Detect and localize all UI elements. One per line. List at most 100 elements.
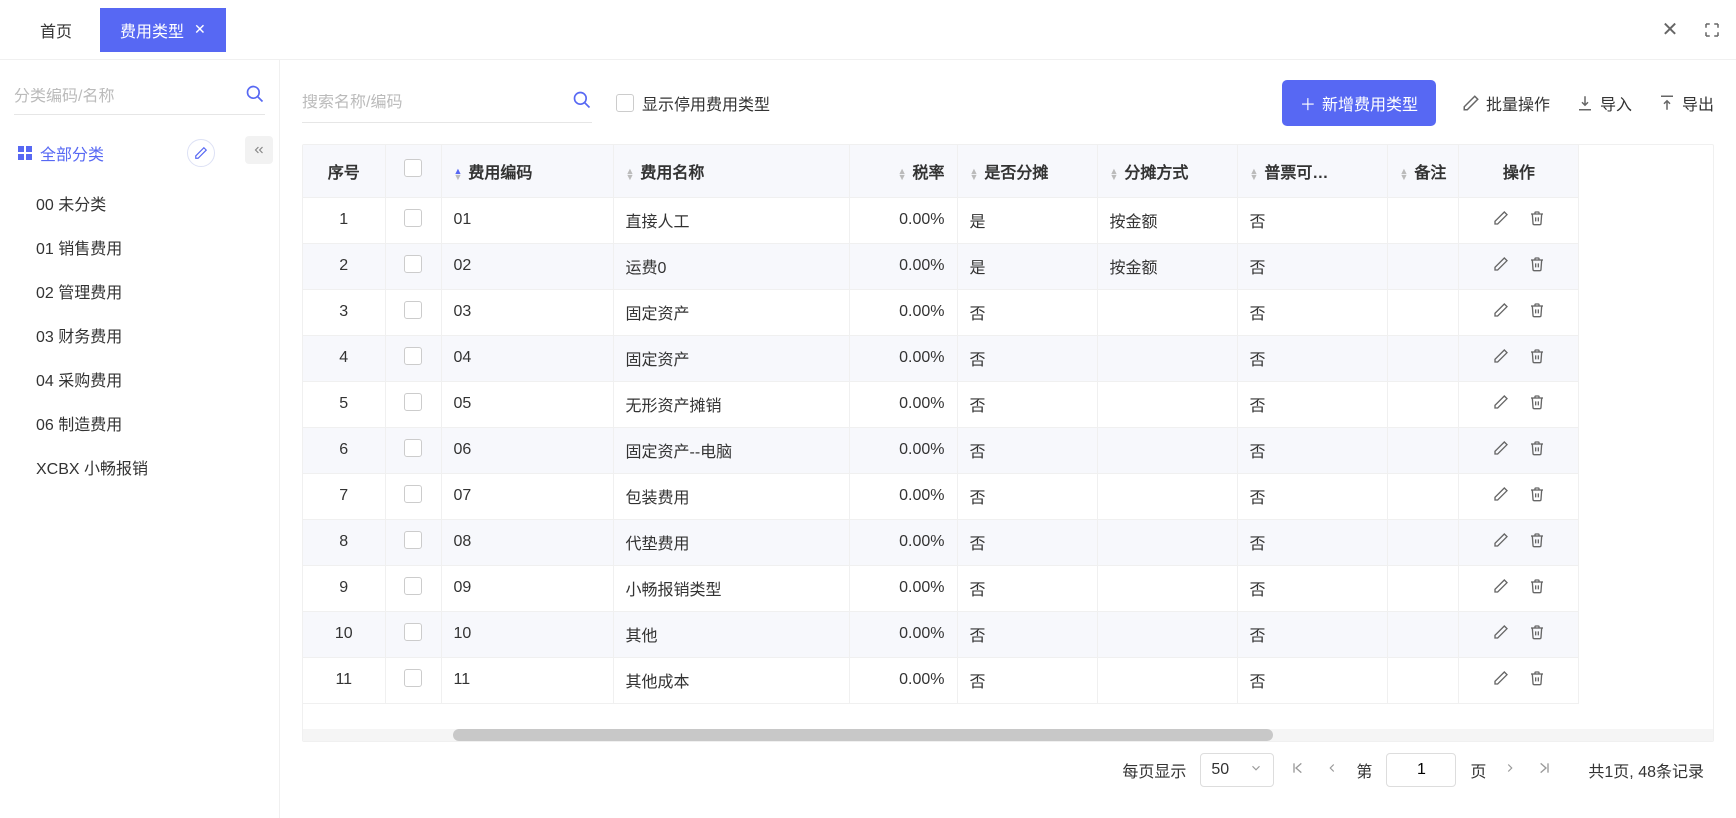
row-checkbox[interactable] bbox=[404, 393, 422, 411]
cell-check bbox=[385, 611, 441, 657]
sidebar-item[interactable]: 01 销售费用 bbox=[14, 225, 265, 269]
toolbar-left: 显示停用费用类型 bbox=[302, 84, 770, 123]
first-page-button[interactable] bbox=[1288, 760, 1308, 781]
cell-code: 10 bbox=[441, 611, 613, 657]
prev-page-button[interactable] bbox=[1322, 761, 1342, 780]
sort-icon: ▲▼ bbox=[1400, 168, 1409, 180]
th-share[interactable]: ▲▼是否分摊 bbox=[957, 145, 1097, 197]
th-method[interactable]: ▲▼分摊方式 bbox=[1097, 145, 1237, 197]
batch-operation-button[interactable]: 批量操作 bbox=[1462, 91, 1550, 115]
show-disabled-checkbox[interactable]: 显示停用费用类型 bbox=[616, 91, 770, 115]
row-checkbox[interactable] bbox=[404, 623, 422, 641]
sidebar-item[interactable]: XCBX 小畅报销 bbox=[14, 445, 265, 489]
th-rate[interactable]: ▲▼税率 bbox=[849, 145, 957, 197]
delete-row-button[interactable] bbox=[1529, 578, 1545, 599]
row-checkbox[interactable] bbox=[404, 531, 422, 549]
cell-index: 8 bbox=[303, 519, 385, 565]
delete-row-button[interactable] bbox=[1529, 210, 1545, 231]
cell-ops bbox=[1459, 565, 1579, 611]
fullscreen-icon[interactable] bbox=[1700, 18, 1724, 42]
next-page-button[interactable] bbox=[1500, 761, 1520, 780]
horizontal-scrollbar[interactable] bbox=[303, 729, 1713, 741]
expense-table: 序号 ▲▼费用编码 ▲▼费用名称 ▲▼税率 ▲▼是否分摊 ▲▼分摊方式 ▲▼普票… bbox=[303, 145, 1579, 704]
row-checkbox[interactable] bbox=[404, 209, 422, 227]
delete-row-button[interactable] bbox=[1529, 348, 1545, 369]
edit-row-button[interactable] bbox=[1493, 624, 1509, 645]
table-header-row: 序号 ▲▼费用编码 ▲▼费用名称 ▲▼税率 ▲▼是否分摊 ▲▼分摊方式 ▲▼普票… bbox=[303, 145, 1579, 197]
cell-method: 按金额 bbox=[1097, 197, 1237, 243]
tab-expense-type-label: 费用类型 bbox=[120, 18, 184, 42]
delete-row-button[interactable] bbox=[1529, 532, 1545, 553]
th-check[interactable] bbox=[385, 145, 441, 197]
tab-expense-type[interactable]: 费用类型 ✕ bbox=[100, 8, 226, 52]
edit-row-button[interactable] bbox=[1493, 532, 1509, 553]
cell-check bbox=[385, 381, 441, 427]
select-all-checkbox[interactable] bbox=[404, 159, 422, 177]
th-name[interactable]: ▲▼费用名称 bbox=[613, 145, 849, 197]
toolbar-search-input[interactable] bbox=[302, 94, 572, 112]
sidebar-item[interactable]: 02 管理费用 bbox=[14, 269, 265, 313]
import-button[interactable]: 导入 bbox=[1576, 91, 1632, 115]
collapse-sidebar-button[interactable] bbox=[245, 136, 273, 164]
sidebar-item[interactable]: 00 未分类 bbox=[14, 181, 265, 225]
edit-row-button[interactable] bbox=[1493, 302, 1509, 323]
close-icon[interactable]: ✕ bbox=[194, 21, 206, 38]
delete-row-button[interactable] bbox=[1529, 302, 1545, 323]
toolbar: 显示停用费用类型 ＋ 新增费用类型 批量操作 导入 导出 bbox=[302, 80, 1714, 126]
delete-row-button[interactable] bbox=[1529, 624, 1545, 645]
edit-row-button[interactable] bbox=[1493, 440, 1509, 461]
cell-check bbox=[385, 243, 441, 289]
row-checkbox[interactable] bbox=[404, 439, 422, 457]
edit-row-button[interactable] bbox=[1493, 394, 1509, 415]
edit-row-button[interactable] bbox=[1493, 348, 1509, 369]
sidebar-item[interactable]: 03 财务费用 bbox=[14, 313, 265, 357]
cell-share: 否 bbox=[957, 519, 1097, 565]
add-expense-type-button[interactable]: ＋ 新增费用类型 bbox=[1282, 80, 1436, 126]
last-page-button[interactable] bbox=[1534, 760, 1554, 781]
delete-row-button[interactable] bbox=[1529, 486, 1545, 507]
delete-row-button[interactable] bbox=[1529, 394, 1545, 415]
content: 显示停用费用类型 ＋ 新增费用类型 批量操作 导入 导出 bbox=[280, 60, 1736, 818]
edit-row-button[interactable] bbox=[1493, 670, 1509, 691]
row-checkbox[interactable] bbox=[404, 577, 422, 595]
delete-row-button[interactable] bbox=[1529, 256, 1545, 277]
scrollbar-thumb[interactable] bbox=[453, 729, 1273, 741]
export-button[interactable]: 导出 bbox=[1658, 91, 1714, 115]
delete-row-button[interactable] bbox=[1529, 670, 1545, 691]
row-checkbox[interactable] bbox=[404, 255, 422, 273]
th-index[interactable]: 序号 bbox=[303, 145, 385, 197]
cell-ops bbox=[1459, 289, 1579, 335]
tab-home[interactable]: 首页 bbox=[20, 8, 92, 52]
cell-invoice: 否 bbox=[1237, 289, 1387, 335]
th-remark[interactable]: ▲▼备注 bbox=[1387, 145, 1459, 197]
edit-row-button[interactable] bbox=[1493, 256, 1509, 277]
th-code[interactable]: ▲▼费用编码 bbox=[441, 145, 613, 197]
delete-row-button[interactable] bbox=[1529, 440, 1545, 461]
search-icon[interactable] bbox=[572, 90, 592, 116]
search-icon[interactable] bbox=[245, 84, 265, 110]
th-invoice[interactable]: ▲▼普票可… bbox=[1237, 145, 1387, 197]
edit-row-button[interactable] bbox=[1493, 486, 1509, 507]
per-page-select[interactable]: 50 bbox=[1200, 753, 1274, 787]
sidebar-search-input[interactable] bbox=[14, 88, 245, 106]
cell-check bbox=[385, 657, 441, 703]
sidebar-item[interactable]: 06 制造费用 bbox=[14, 401, 265, 445]
tabs-right-controls: ✕ bbox=[1658, 18, 1724, 42]
edit-row-button[interactable] bbox=[1493, 578, 1509, 599]
cell-share: 否 bbox=[957, 657, 1097, 703]
sidebar-all-categories[interactable]: 全部分类 bbox=[14, 135, 265, 171]
row-checkbox[interactable] bbox=[404, 347, 422, 365]
sidebar-item[interactable]: 04 采购费用 bbox=[14, 357, 265, 401]
cell-check bbox=[385, 289, 441, 335]
close-tabs-icon[interactable]: ✕ bbox=[1658, 18, 1682, 42]
edit-row-button[interactable] bbox=[1493, 210, 1509, 231]
row-checkbox[interactable] bbox=[404, 485, 422, 503]
row-checkbox[interactable] bbox=[404, 301, 422, 319]
cell-name: 直接人工 bbox=[613, 197, 849, 243]
edit-categories-button[interactable] bbox=[187, 139, 215, 167]
cell-name: 固定资产--电脑 bbox=[613, 427, 849, 473]
row-checkbox[interactable] bbox=[404, 669, 422, 687]
show-disabled-label: 显示停用费用类型 bbox=[642, 91, 770, 115]
page-number-input[interactable] bbox=[1386, 753, 1456, 787]
sort-icon: ▲▼ bbox=[898, 168, 907, 180]
